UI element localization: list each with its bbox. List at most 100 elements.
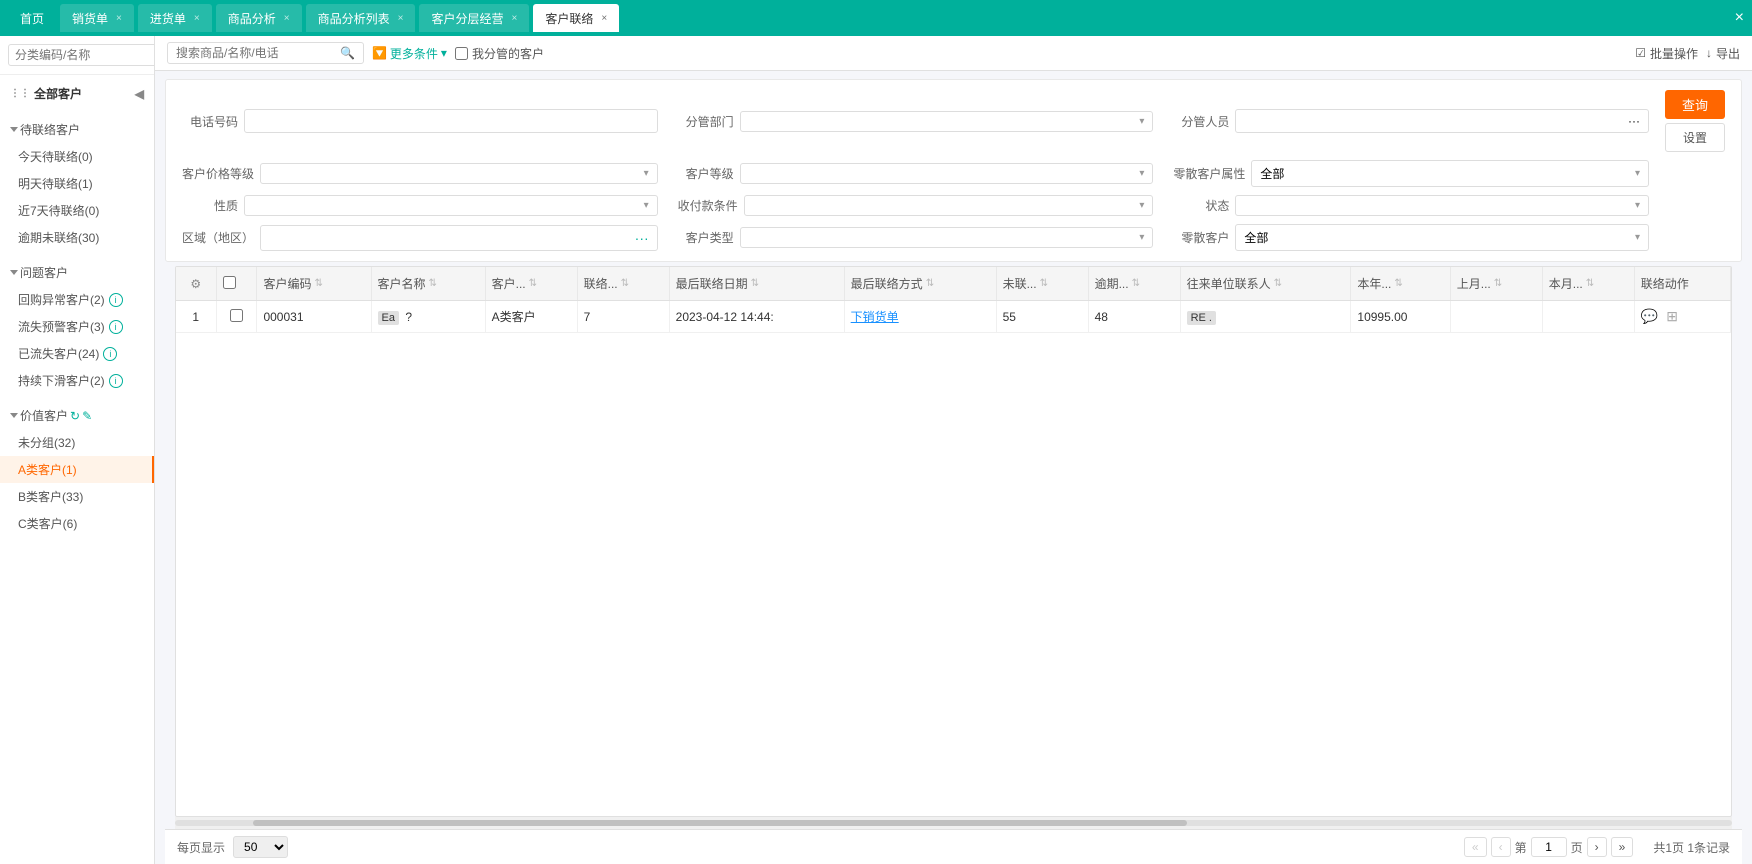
first-page-button[interactable]: «: [1464, 837, 1487, 857]
cell-no-contact-days: 55: [996, 301, 1088, 333]
close-all-tabs-button[interactable]: ×: [1735, 9, 1744, 27]
pagination: « ‹ 第 页 › »: [1464, 837, 1633, 857]
th-overdue-days[interactable]: 逾期... ⇅: [1088, 267, 1180, 301]
nav-tab-product-list-close[interactable]: ×: [398, 13, 404, 24]
filter-settings-button[interactable]: 设置: [1665, 123, 1725, 152]
page-number-input[interactable]: [1531, 837, 1567, 857]
sidebar-item-churn-warning[interactable]: 流失预警客户(3) i: [0, 313, 154, 340]
dept-select[interactable]: ▾: [740, 111, 1154, 132]
query-button[interactable]: 查询: [1665, 90, 1725, 119]
prev-page-button[interactable]: ‹: [1491, 837, 1511, 857]
th-this-month[interactable]: 本月... ⇅: [1542, 267, 1634, 301]
sort-icon-company-contacts: ⇅: [1274, 278, 1282, 289]
sidebar-item-c-class[interactable]: C类客户(6): [0, 510, 154, 537]
th-no-contact-days[interactable]: 未联... ⇅: [996, 267, 1088, 301]
th-checkbox: [216, 267, 257, 301]
cell-checkbox: [216, 301, 257, 333]
last-page-button[interactable]: »: [1611, 837, 1634, 857]
info-icon-3: i: [103, 347, 117, 361]
sidebar-item-overdue[interactable]: 逾期未联络(30): [0, 224, 154, 251]
select-all-checkbox[interactable]: [223, 276, 236, 289]
pending-contacts-header[interactable]: 待联络客户: [0, 116, 154, 143]
scrollbar-thumb[interactable]: [253, 820, 1187, 826]
nav-tab-customer-contact[interactable]: 客户联络 ×: [533, 4, 619, 32]
nav-tab-sales[interactable]: 销货单 ×: [60, 4, 134, 32]
nav-tab-product-analysis[interactable]: 商品分析 ×: [216, 4, 302, 32]
th-last-contact-date[interactable]: 最后联络日期 ⇅: [669, 267, 844, 301]
sidebar-item-b-class[interactable]: B类客户(33): [0, 483, 154, 510]
nature-select[interactable]: ▾: [244, 195, 658, 216]
qr-icon[interactable]: ⊞: [1666, 308, 1678, 325]
company-contacts-tag: RE .: [1187, 311, 1216, 325]
th-contact-count[interactable]: 联络... ⇅: [577, 267, 669, 301]
sidebar-item-churned[interactable]: 已流失客户(24) i: [0, 340, 154, 367]
th-name[interactable]: 客户名称 ⇅: [371, 267, 485, 301]
table-wrapper: ⚙ 客户编码 ⇅: [175, 266, 1732, 817]
per-page-select[interactable]: 50 100 200: [233, 836, 288, 858]
nav-tab-product-list[interactable]: 商品分析列表 ×: [306, 4, 416, 32]
sidebar-item-tomorrow[interactable]: 明天待联络(1): [0, 170, 154, 197]
nav-tab-customer-segment[interactable]: 客户分层经营 ×: [419, 4, 529, 32]
value-customers-header[interactable]: 价值客户 ↻ ✎: [0, 402, 154, 429]
filter-row-1: 电话号码 分管部门 ▾ 分管人员 ···: [182, 90, 1725, 152]
nav-tab-product-analysis-close[interactable]: ×: [284, 13, 290, 24]
filter-retail-attr: 零散客户属性 全部 ▾: [1173, 160, 1649, 187]
nav-tab-purchase[interactable]: 进货单 ×: [138, 4, 212, 32]
filter-price-level: 客户价格等级 ▾: [182, 163, 658, 184]
sidebar-item-a-class[interactable]: A类客户(1): [0, 456, 154, 483]
last-contact-method-link[interactable]: 下销货单: [851, 310, 899, 324]
filter-row-4: 区域（地区） ··· 客户类型 ▾ 零散客户 全部: [182, 224, 1725, 251]
sidebar-all-customers-header[interactable]: ⋮⋮ 全部客户 ◀: [0, 79, 154, 108]
problem-customers-header[interactable]: 问题客户: [0, 259, 154, 286]
sidebar-item-repurchase-anomaly[interactable]: 回购异常客户(2) i: [0, 286, 154, 313]
sort-icon-this-year: ⇅: [1394, 278, 1402, 289]
th-last-month[interactable]: 上月... ⇅: [1450, 267, 1542, 301]
th-company-contacts[interactable]: 往来单位联系人 ⇅: [1180, 267, 1351, 301]
nav-tab-customer-contact-close[interactable]: ×: [601, 13, 607, 24]
th-category[interactable]: 客户... ⇅: [485, 267, 577, 301]
filter-icon: 🔽: [372, 46, 387, 60]
th-last-contact-method[interactable]: 最后联络方式 ⇅: [844, 267, 996, 301]
nav-tab-home[interactable]: 首页: [8, 4, 56, 32]
search-input[interactable]: [176, 46, 336, 60]
region-select[interactable]: ···: [260, 225, 658, 251]
nav-tab-customer-segment-close[interactable]: ×: [511, 13, 517, 24]
next-page-button[interactable]: ›: [1587, 837, 1607, 857]
row-checkbox[interactable]: [230, 309, 243, 322]
price-level-select[interactable]: ▾: [260, 163, 658, 184]
customer-level-select[interactable]: ▾: [740, 163, 1154, 184]
sidebar-search-input[interactable]: [8, 44, 155, 66]
th-code[interactable]: 客户编码 ⇅: [257, 267, 371, 301]
filter-nature: 性质 ▾: [182, 195, 658, 216]
sidebar-item-7days[interactable]: 近7天待联络(0): [0, 197, 154, 224]
sidebar-item-today[interactable]: 今天待联络(0): [0, 143, 154, 170]
status-select[interactable]: ▾: [1235, 195, 1649, 216]
more-filters-button[interactable]: 🔽 更多条件 ▾: [372, 45, 447, 62]
retail-customer-select[interactable]: 全部 ▾: [1235, 224, 1649, 251]
th-this-year[interactable]: 本年... ⇅: [1351, 267, 1450, 301]
customer-type-select[interactable]: ▾: [740, 227, 1154, 248]
my-customers-checkbox[interactable]: [455, 47, 468, 60]
payment-select[interactable]: ▾: [744, 195, 1154, 216]
nav-tab-purchase-close[interactable]: ×: [194, 13, 200, 24]
th-gear[interactable]: ⚙: [176, 267, 216, 301]
sidebar-item-unclassified[interactable]: 未分组(32): [0, 429, 154, 456]
search-box: 🔍: [167, 42, 364, 64]
gear-icon[interactable]: ⚙: [190, 277, 201, 291]
toolbar: 🔍 🔽 更多条件 ▾ 我分管的客户 ☑ 批量操作 ↓ 导出: [155, 36, 1752, 71]
phone-input[interactable]: [244, 109, 658, 133]
nav-tab-sales-close[interactable]: ×: [116, 13, 122, 24]
retail-attr-arrow: ▾: [1635, 168, 1640, 179]
sidebar-collapse-icon[interactable]: ◀: [135, 87, 144, 101]
sidebar-item-declining[interactable]: 持续下滑客户(2) i: [0, 367, 154, 394]
chat-icon[interactable]: 💬: [1641, 308, 1658, 325]
search-icon[interactable]: 🔍: [340, 46, 355, 60]
edit-icon[interactable]: ✎: [82, 409, 92, 423]
person-select[interactable]: ···: [1235, 109, 1649, 133]
refresh-icon[interactable]: ↻: [70, 409, 80, 423]
cell-company-contacts: RE .: [1180, 301, 1351, 333]
horizontal-scrollbar[interactable]: [175, 817, 1732, 829]
export-button[interactable]: ↓ 导出: [1706, 45, 1740, 62]
retail-attr-select[interactable]: 全部 ▾: [1251, 160, 1649, 187]
batch-operation-button[interactable]: ☑ 批量操作: [1635, 45, 1698, 62]
